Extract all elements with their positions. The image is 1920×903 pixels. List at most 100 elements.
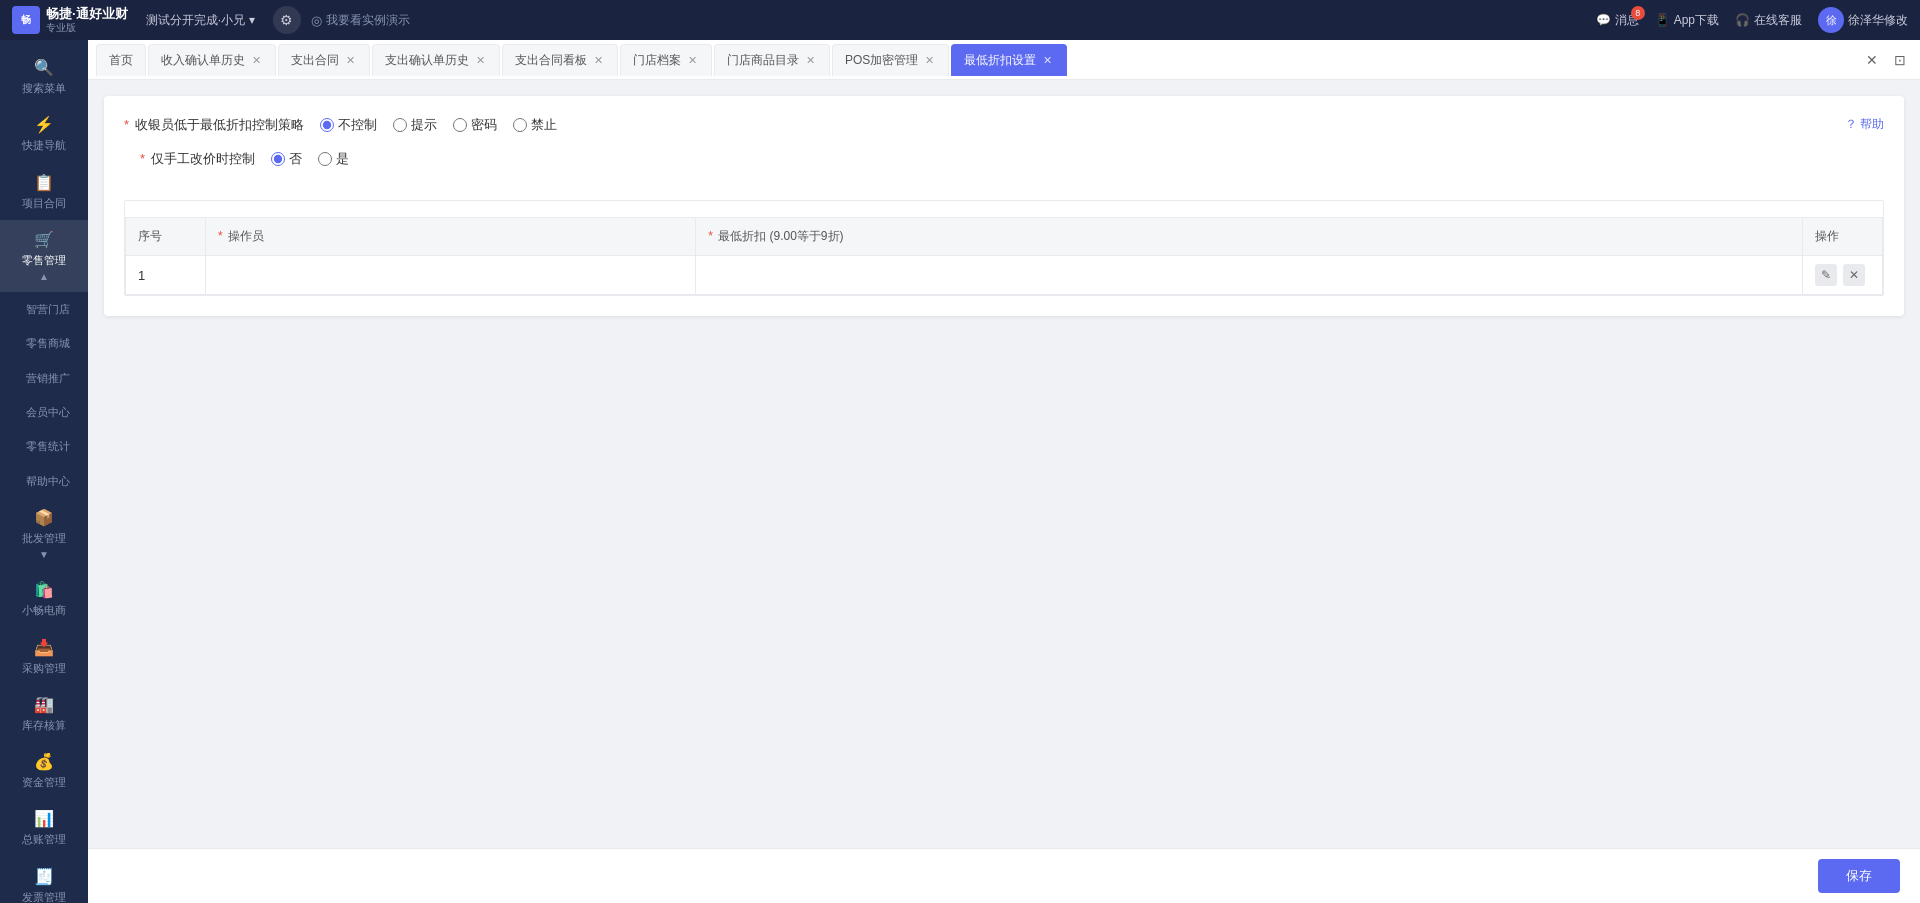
sidebar-item-ecommerce[interactable]: 🛍️ 小畅电商 — [0, 570, 88, 627]
radio-remind[interactable]: 提示 — [393, 116, 437, 134]
settings-icon-btn[interactable]: ⚙ — [273, 6, 301, 34]
circle-icon: ◎ — [311, 13, 322, 28]
sidebar-item-label: 库存核算 — [22, 718, 66, 732]
app-download-item[interactable]: 📱 App下载 — [1655, 12, 1719, 29]
manual-radio-group: 否 是 — [271, 150, 349, 168]
radio-password-input[interactable] — [453, 118, 467, 132]
content-area: 首页 收入确认单历史 ✕ 支出合同 ✕ 支出确认单历史 ✕ 支出合同看板 ✕ 门… — [88, 40, 1920, 903]
radio-manual-yes-input[interactable] — [318, 152, 332, 166]
user-name: 徐泽华修改 — [1848, 12, 1908, 29]
radio-manual-no-input[interactable] — [271, 152, 285, 166]
tab-store-file[interactable]: 门店档案 ✕ — [620, 44, 712, 76]
sidebar-item-inventory[interactable]: 🏭 库存核算 — [0, 685, 88, 742]
sidebar-item-label: 采购管理 — [22, 661, 66, 675]
sidebar-item-label: 零售商城 — [26, 336, 70, 350]
sidebar-item-label: 零售管理 — [22, 253, 66, 267]
app-download-label: App下载 — [1674, 12, 1719, 29]
help-link[interactable]: ？ 帮助 — [1845, 116, 1884, 133]
chevron-down-icon: ▾ — [249, 13, 255, 27]
tab-close-btn[interactable]: ✕ — [1860, 48, 1884, 72]
sidebar-item-marketing[interactable]: 营销推广 — [0, 361, 88, 395]
radio-forbid[interactable]: 禁止 — [513, 116, 557, 134]
sidebar-item-label: 帮助中心 — [26, 474, 70, 488]
tab-payment-contract[interactable]: 支出合同 ✕ — [278, 44, 370, 76]
cell-seq: 1 — [126, 256, 206, 295]
sidebar-item-smart-store[interactable]: 智营门店 — [0, 292, 88, 326]
delete-row-btn[interactable]: ✕ — [1843, 264, 1865, 286]
sidebar-item-search[interactable]: 🔍 搜索菜单 — [0, 48, 88, 105]
inbox-icon: 📥 — [34, 638, 54, 657]
tab-controls: ✕ ⊡ — [1852, 48, 1912, 72]
chart-icon: 📊 — [34, 809, 54, 828]
tab-label: 门店商品目录 — [727, 52, 799, 69]
sidebar-item-label: 项目合同 — [22, 196, 66, 210]
tab-home[interactable]: 首页 — [96, 44, 146, 76]
online-service-item[interactable]: 🎧 在线客服 — [1735, 12, 1802, 29]
tab-pos-password[interactable]: POS加密管理 ✕ — [832, 44, 949, 76]
sidebar-item-ledger[interactable]: 📊 总账管理 — [0, 799, 88, 856]
edit-row-btn[interactable]: ✎ — [1815, 264, 1837, 286]
user-item[interactable]: 徐 徐泽华修改 — [1818, 7, 1908, 33]
online-service-label: 在线客服 — [1754, 12, 1802, 29]
radio-forbid-input[interactable] — [513, 118, 527, 132]
sidebar-item-invoice[interactable]: 🧾 发票管理 — [0, 857, 88, 903]
tab-close-icon[interactable]: ✕ — [343, 53, 357, 67]
tab-min-discount[interactable]: 最低折扣设置 ✕ — [951, 44, 1067, 76]
save-button[interactable]: 保存 — [1818, 859, 1900, 893]
tab-close-icon[interactable]: ✕ — [922, 53, 936, 67]
clipboard-icon: 📋 — [34, 173, 54, 192]
tab-store-product[interactable]: 门店商品目录 ✕ — [714, 44, 830, 76]
tab-close-icon[interactable]: ✕ — [473, 53, 487, 67]
shopping-icon: 🛍️ — [34, 580, 54, 599]
radio-password-label: 密码 — [471, 116, 497, 134]
receipt-icon: 🧾 — [34, 867, 54, 886]
sidebar-item-label: 营销推广 — [26, 371, 70, 385]
sidebar-item-purchase[interactable]: 📥 采购管理 — [0, 628, 88, 685]
radio-no-control[interactable]: 不控制 — [320, 116, 377, 134]
radio-no-control-input[interactable] — [320, 118, 334, 132]
tab-payment-board[interactable]: 支出合同看板 ✕ — [502, 44, 618, 76]
sidebar-item-retail-stat[interactable]: 零售统计 — [0, 429, 88, 463]
tab-payment-confirm-history[interactable]: 支出确认单历史 ✕ — [372, 44, 500, 76]
discount-table: 序号 * 操作员 * 最低折扣 (9.00等于9折) — [125, 217, 1883, 295]
tab-close-icon[interactable]: ✕ — [1040, 53, 1054, 67]
download-icon: 📱 — [1655, 13, 1670, 27]
top-bar: 畅 畅捷·通好业财 专业版 测试分开完成·小兄 ▾ ⚙ ◎ 我要看实例演示 💬 … — [0, 0, 1920, 40]
tab-close-icon[interactable]: ✕ — [803, 53, 817, 67]
sidebar-item-wholesale[interactable]: 📦 批发管理 ▼ — [0, 498, 88, 570]
settings-card: * 收银员低于最低折扣控制策略 不控制 提示 — [104, 96, 1904, 316]
sidebar-item-quicknav[interactable]: ⚡ 快捷导航 — [0, 105, 88, 162]
tab-label: 最低折扣设置 — [964, 52, 1036, 69]
radio-manual-yes[interactable]: 是 — [318, 150, 349, 168]
sidebar-item-member[interactable]: 会员中心 — [0, 395, 88, 429]
sidebar-item-project[interactable]: 📋 项目合同 — [0, 163, 88, 220]
sidebar-item-label: 搜索菜单 — [22, 81, 66, 95]
top-bar-left: 畅 畅捷·通好业财 专业版 测试分开完成·小兄 ▾ ⚙ ◎ 我要看实例演示 — [12, 6, 410, 34]
tab-label: 支出合同看板 — [515, 52, 587, 69]
avatar: 徐 — [1818, 7, 1844, 33]
sidebar-item-label: 会员中心 — [26, 405, 70, 419]
top-bar-right: 💬 消息 8 📱 App下载 🎧 在线客服 徐 徐泽华修改 — [1596, 7, 1908, 33]
message-item[interactable]: 💬 消息 8 — [1596, 12, 1639, 29]
table-header: 序号 * 操作员 * 最低折扣 (9.00等于9折) — [126, 218, 1883, 256]
tab-income-history[interactable]: 收入确认单历史 ✕ — [148, 44, 276, 76]
chevron-up-icon: ▲ — [39, 271, 49, 282]
tab-expand-btn[interactable]: ⊡ — [1888, 48, 1912, 72]
radio-manual-no[interactable]: 否 — [271, 150, 302, 168]
sidebar-item-retail[interactable]: 🛒 零售管理 ▲ — [0, 220, 88, 292]
gear-icon: ⚙ — [280, 12, 293, 28]
sidebar-item-label: 快捷导航 — [22, 138, 66, 152]
demo-link[interactable]: ◎ 我要看实例演示 — [311, 12, 410, 29]
project-selector[interactable]: 测试分开完成·小兄 ▾ — [138, 8, 263, 33]
tab-label: 支出合同 — [291, 52, 339, 69]
radio-password[interactable]: 密码 — [453, 116, 497, 134]
lightning-icon: ⚡ — [34, 115, 54, 134]
manual-price-label: * 仅手工改价时控制 — [140, 150, 255, 168]
sidebar-item-finance[interactable]: 💰 资金管理 — [0, 742, 88, 799]
radio-remind-input[interactable] — [393, 118, 407, 132]
sidebar-item-help[interactable]: 帮助中心 — [0, 464, 88, 498]
tab-close-icon[interactable]: ✕ — [591, 53, 605, 67]
tab-close-icon[interactable]: ✕ — [685, 53, 699, 67]
tab-close-icon[interactable]: ✕ — [249, 53, 263, 67]
sidebar-item-retail-mall[interactable]: 零售商城 — [0, 326, 88, 360]
